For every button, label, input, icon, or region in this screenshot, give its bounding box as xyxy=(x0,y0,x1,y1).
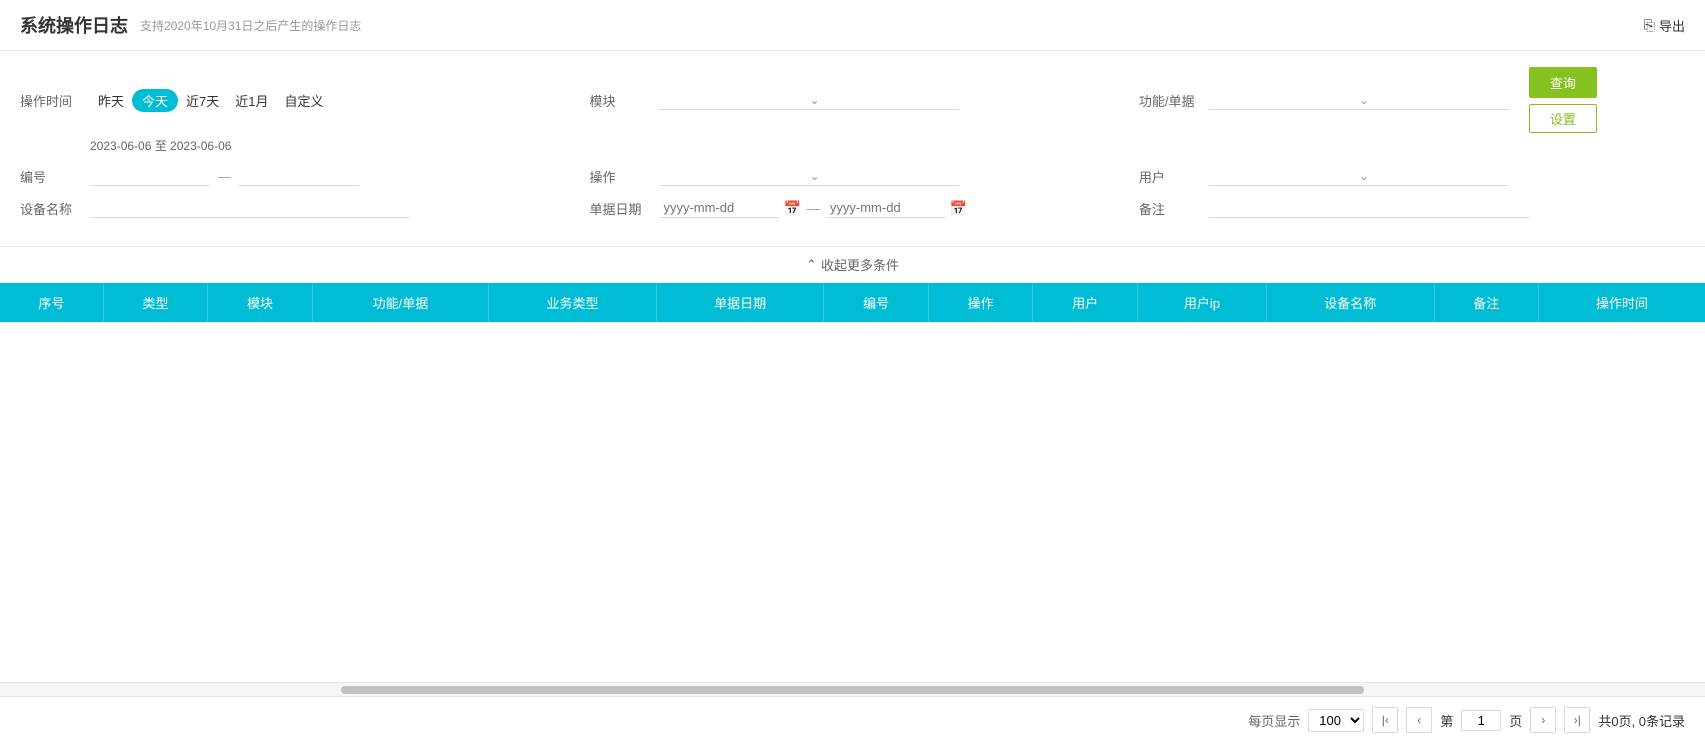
table-col-header: 设备名称 xyxy=(1266,283,1434,322)
table-col-header: 单据日期 xyxy=(656,283,824,322)
collapse-label: 收起更多条件 xyxy=(821,255,899,274)
table-col-header: 功能/单据 xyxy=(312,283,488,322)
action-buttons: 查询 设置 xyxy=(1529,67,1597,133)
operation-col: 操作 ⌄ xyxy=(569,167,1118,186)
operation-chevron-icon: ⌄ xyxy=(809,169,955,183)
user-col: 用户 ⌄ xyxy=(1119,167,1668,186)
device-label: 设备名称 xyxy=(20,199,90,218)
date-range-display: 2023-06-06 至 2023-06-06 xyxy=(90,137,1685,154)
module-select[interactable]: ⌄ xyxy=(659,91,959,110)
id-dash: — xyxy=(218,169,231,184)
query-button[interactable]: 查询 xyxy=(1529,67,1597,98)
table-wrapper: 序号类型模块功能/单据业务类型单据日期编号操作用户用户ip设备名称备注操作时间 xyxy=(0,283,1705,682)
function-chevron-icon: ⌄ xyxy=(1359,93,1505,107)
first-page-btn[interactable]: |‹ xyxy=(1372,707,1398,733)
data-table: 序号类型模块功能/单据业务类型单据日期编号操作用户用户ip设备名称备注操作时间 xyxy=(0,283,1705,322)
id-col: 编号 — xyxy=(20,166,569,186)
id-label: 编号 xyxy=(20,167,90,186)
filter-row-1: 操作时间 昨天 今天 近7天 近1月 自定义 模块 ⌄ 功能/单据 xyxy=(20,67,1685,133)
doc-date-col: 单据日期 📅 — 📅 xyxy=(569,198,1118,218)
table-col-header: 模块 xyxy=(208,283,312,322)
calendar-from-icon[interactable]: 📅 xyxy=(783,200,800,217)
table-col-header: 序号 xyxy=(0,283,103,322)
remark-label: 备注 xyxy=(1139,199,1209,218)
table-col-header: 业务类型 xyxy=(489,283,657,322)
export-button[interactable]: ⎘ 导出 xyxy=(1644,16,1685,35)
device-input[interactable] xyxy=(90,198,410,218)
id-input-from[interactable] xyxy=(90,166,210,186)
page-label: 第 xyxy=(1440,711,1453,730)
table-col-header: 类型 xyxy=(103,283,207,322)
next-page-btn[interactable]: › xyxy=(1530,707,1556,733)
table-col-header: 操作 xyxy=(928,283,1032,322)
remark-input[interactable] xyxy=(1209,198,1529,218)
doc-date-from-input[interactable] xyxy=(659,198,779,218)
time-filter: 昨天 今天 近7天 近1月 自定义 xyxy=(90,89,332,112)
page-wrapper: 系统操作日志 支持2020年10月31日之后产生的操作日志 ⎘ 导出 操作时间 … xyxy=(0,0,1705,743)
horizontal-scrollbar[interactable] xyxy=(0,682,1705,696)
yesterday-btn[interactable]: 昨天 xyxy=(90,89,132,112)
function-select[interactable]: ⌄ xyxy=(1209,91,1509,110)
operation-time-col: 操作时间 昨天 今天 近7天 近1月 自定义 xyxy=(20,89,569,112)
page-input[interactable] xyxy=(1461,710,1501,731)
page-title: 系统操作日志 xyxy=(20,12,128,38)
page-header: 系统操作日志 支持2020年10月31日之后产生的操作日志 ⎘ 导出 xyxy=(0,0,1705,51)
remark-col: 备注 xyxy=(1119,198,1668,218)
table-col-header: 操作时间 xyxy=(1539,283,1705,322)
export-icon: ⎘ xyxy=(1644,17,1655,34)
collapse-bar[interactable]: ⌃ 收起更多条件 xyxy=(0,247,1705,283)
pagination-bar: 每页显示 100 50 200 |‹ ‹ 第 页 › ›| 共0页, 0条记录 xyxy=(0,696,1705,743)
table-col-header: 用户ip xyxy=(1137,283,1266,322)
per-page-label: 每页显示 xyxy=(1248,711,1300,730)
table-col-header: 编号 xyxy=(824,283,928,322)
filter-row-3: 设备名称 单据日期 📅 — 📅 备注 xyxy=(20,198,1685,218)
doc-date-label: 单据日期 xyxy=(589,199,659,218)
collapse-chevron-icon: ⌃ xyxy=(806,257,817,273)
today-btn[interactable]: 今天 xyxy=(132,89,178,112)
filter-area: 操作时间 昨天 今天 近7天 近1月 自定义 模块 ⌄ 功能/单据 xyxy=(0,51,1705,247)
date-range-text: 2023-06-06 至 2023-06-06 xyxy=(90,139,231,153)
user-label: 用户 xyxy=(1139,167,1209,186)
module-label: 模块 xyxy=(589,91,659,110)
operation-select[interactable]: ⌄ xyxy=(659,167,959,186)
header-left: 系统操作日志 支持2020年10月31日之后产生的操作日志 xyxy=(20,12,361,38)
date-separator: — xyxy=(807,201,820,216)
calendar-to-icon[interactable]: 📅 xyxy=(950,200,967,217)
operation-label: 操作 xyxy=(589,167,659,186)
operation-time-label: 操作时间 xyxy=(20,91,90,110)
last-page-btn[interactable]: ›| xyxy=(1564,707,1590,733)
function-label: 功能/单据 xyxy=(1139,91,1209,110)
scrollbar-thumb xyxy=(341,686,1364,694)
last7-btn[interactable]: 近7天 xyxy=(178,89,227,112)
id-input-to[interactable] xyxy=(239,166,359,186)
module-col: 模块 ⌄ xyxy=(569,91,1118,110)
device-col: 设备名称 xyxy=(20,198,569,218)
page-unit: 页 xyxy=(1509,711,1522,730)
table-col-header: 备注 xyxy=(1434,283,1538,322)
total-label: 共0页, 0条记录 xyxy=(1598,711,1685,730)
settings-button[interactable]: 设置 xyxy=(1529,104,1597,133)
module-chevron-icon: ⌄ xyxy=(809,93,955,107)
per-page-select[interactable]: 100 50 200 xyxy=(1308,709,1364,732)
user-select[interactable]: ⌄ xyxy=(1209,167,1509,186)
doc-date-to-input[interactable] xyxy=(826,198,946,218)
table-header-row: 序号类型模块功能/单据业务类型单据日期编号操作用户用户ip设备名称备注操作时间 xyxy=(0,283,1705,322)
function-col: 功能/单据 ⌄ 查询 设置 xyxy=(1119,67,1668,133)
table-col-header: 用户 xyxy=(1033,283,1137,322)
prev-page-btn[interactable]: ‹ xyxy=(1406,707,1432,733)
filter-row-2: 编号 — 操作 ⌄ 用户 ⌄ xyxy=(20,166,1685,186)
last1month-btn[interactable]: 近1月 xyxy=(227,89,276,112)
export-label: 导出 xyxy=(1659,16,1685,35)
user-chevron-icon: ⌄ xyxy=(1359,169,1505,183)
page-subtitle: 支持2020年10月31日之后产生的操作日志 xyxy=(140,17,361,34)
custom-btn[interactable]: 自定义 xyxy=(277,89,332,112)
